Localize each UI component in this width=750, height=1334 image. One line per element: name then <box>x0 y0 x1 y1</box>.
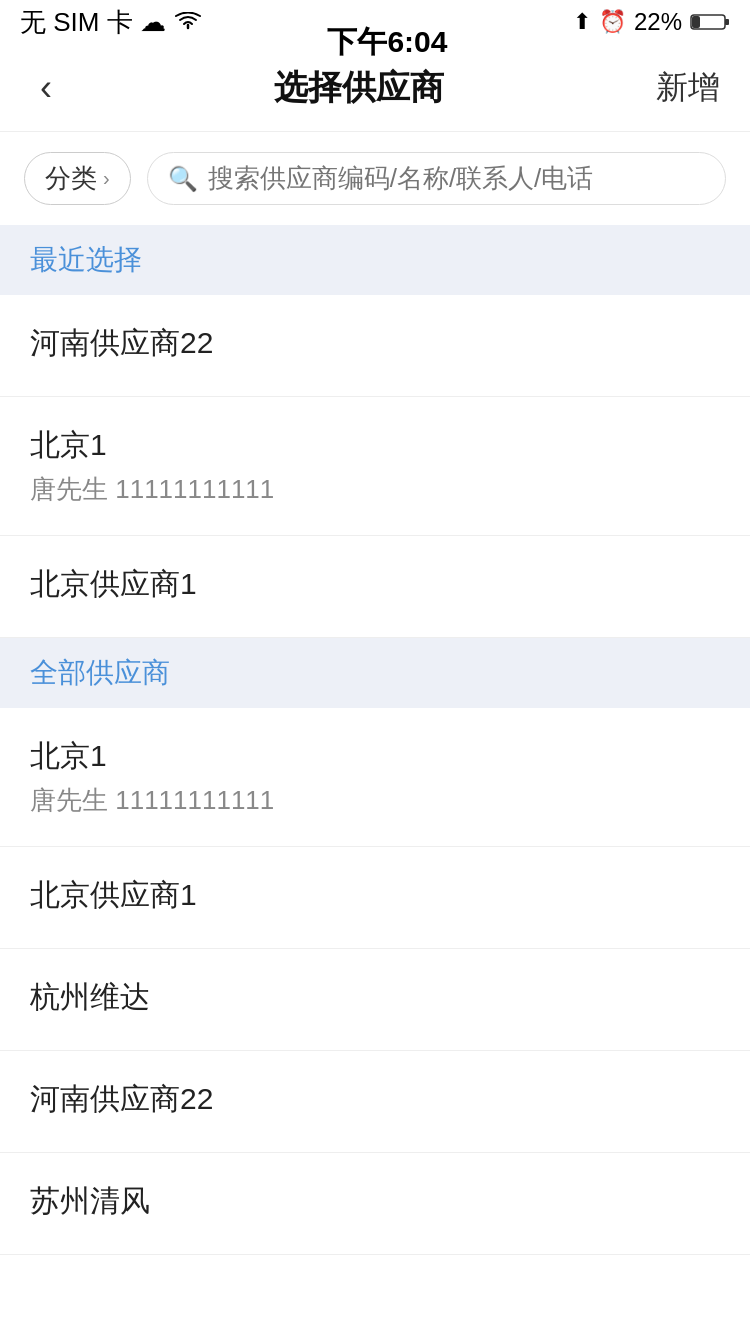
svg-rect-2 <box>692 16 700 28</box>
no-sim-label: 无 SIM 卡 ☁ <box>20 5 166 40</box>
item-name: 北京1 <box>30 425 720 466</box>
battery-icon <box>690 12 730 32</box>
list-item[interactable]: 河南供应商22 <box>0 1051 750 1153</box>
filter-bar: 分类 › 🔍 <box>0 132 750 225</box>
item-name: 河南供应商22 <box>30 323 720 364</box>
recent-section-header: 最近选择 <box>0 225 750 295</box>
list-item[interactable]: 杭州维达 <box>0 949 750 1051</box>
item-name: 北京供应商1 <box>30 875 720 916</box>
back-button[interactable]: ‹ <box>30 57 62 119</box>
list-item[interactable]: 北京1 唐先生 11111111111 <box>0 397 750 536</box>
item-name: 河南供应商22 <box>30 1079 720 1120</box>
item-subtitle: 唐先生 11111111111 <box>30 472 720 507</box>
search-input[interactable] <box>208 163 705 194</box>
status-bar: 无 SIM 卡 ☁ 下午6:04 ⬆ ⏰ 22% <box>0 0 750 44</box>
list-item[interactable]: 北京供应商1 <box>0 536 750 638</box>
search-icon: 🔍 <box>168 165 198 193</box>
all-items-list: 北京1 唐先生 11111111111 北京供应商1 杭州维达河南供应商22 苏州清风 <box>0 708 750 1255</box>
status-time: 下午6:04 <box>327 22 447 63</box>
item-name: 北京1 <box>30 736 720 777</box>
list-item[interactable]: 北京1 唐先生 11111111111 <box>0 708 750 847</box>
recent-items-list: 河南供应商22 北京1 唐先生 11111111111 北京供应商1 <box>0 295 750 638</box>
search-box[interactable]: 🔍 <box>147 152 726 205</box>
category-label: 分类 <box>45 161 97 196</box>
item-name: 北京供应商1 <box>30 564 720 605</box>
list-item[interactable]: 河南供应商22 <box>0 295 750 397</box>
wifi-icon <box>174 12 202 32</box>
list-item[interactable]: 北京供应商1 <box>0 847 750 949</box>
all-section-header: 全部供应商 <box>0 638 750 708</box>
list-item[interactable]: 苏州清风 <box>0 1153 750 1255</box>
chevron-right-icon: › <box>103 167 110 190</box>
battery-label: 22% <box>634 8 682 36</box>
add-button[interactable]: 新增 <box>656 66 720 110</box>
category-filter[interactable]: 分类 › <box>24 152 131 205</box>
svg-rect-1 <box>725 19 729 25</box>
page-title: 选择供应商 <box>274 65 444 111</box>
recent-section-label: 最近选择 <box>30 244 142 275</box>
status-left: 无 SIM 卡 ☁ <box>20 5 202 40</box>
item-name: 苏州清风 <box>30 1181 720 1222</box>
item-subtitle: 唐先生 11111111111 <box>30 783 720 818</box>
status-right: ⬆ ⏰ 22% <box>573 8 730 36</box>
all-section-label: 全部供应商 <box>30 657 170 688</box>
location-icon: ⬆ <box>573 9 591 35</box>
alarm-icon: ⏰ <box>599 9 626 35</box>
item-name: 杭州维达 <box>30 977 720 1018</box>
